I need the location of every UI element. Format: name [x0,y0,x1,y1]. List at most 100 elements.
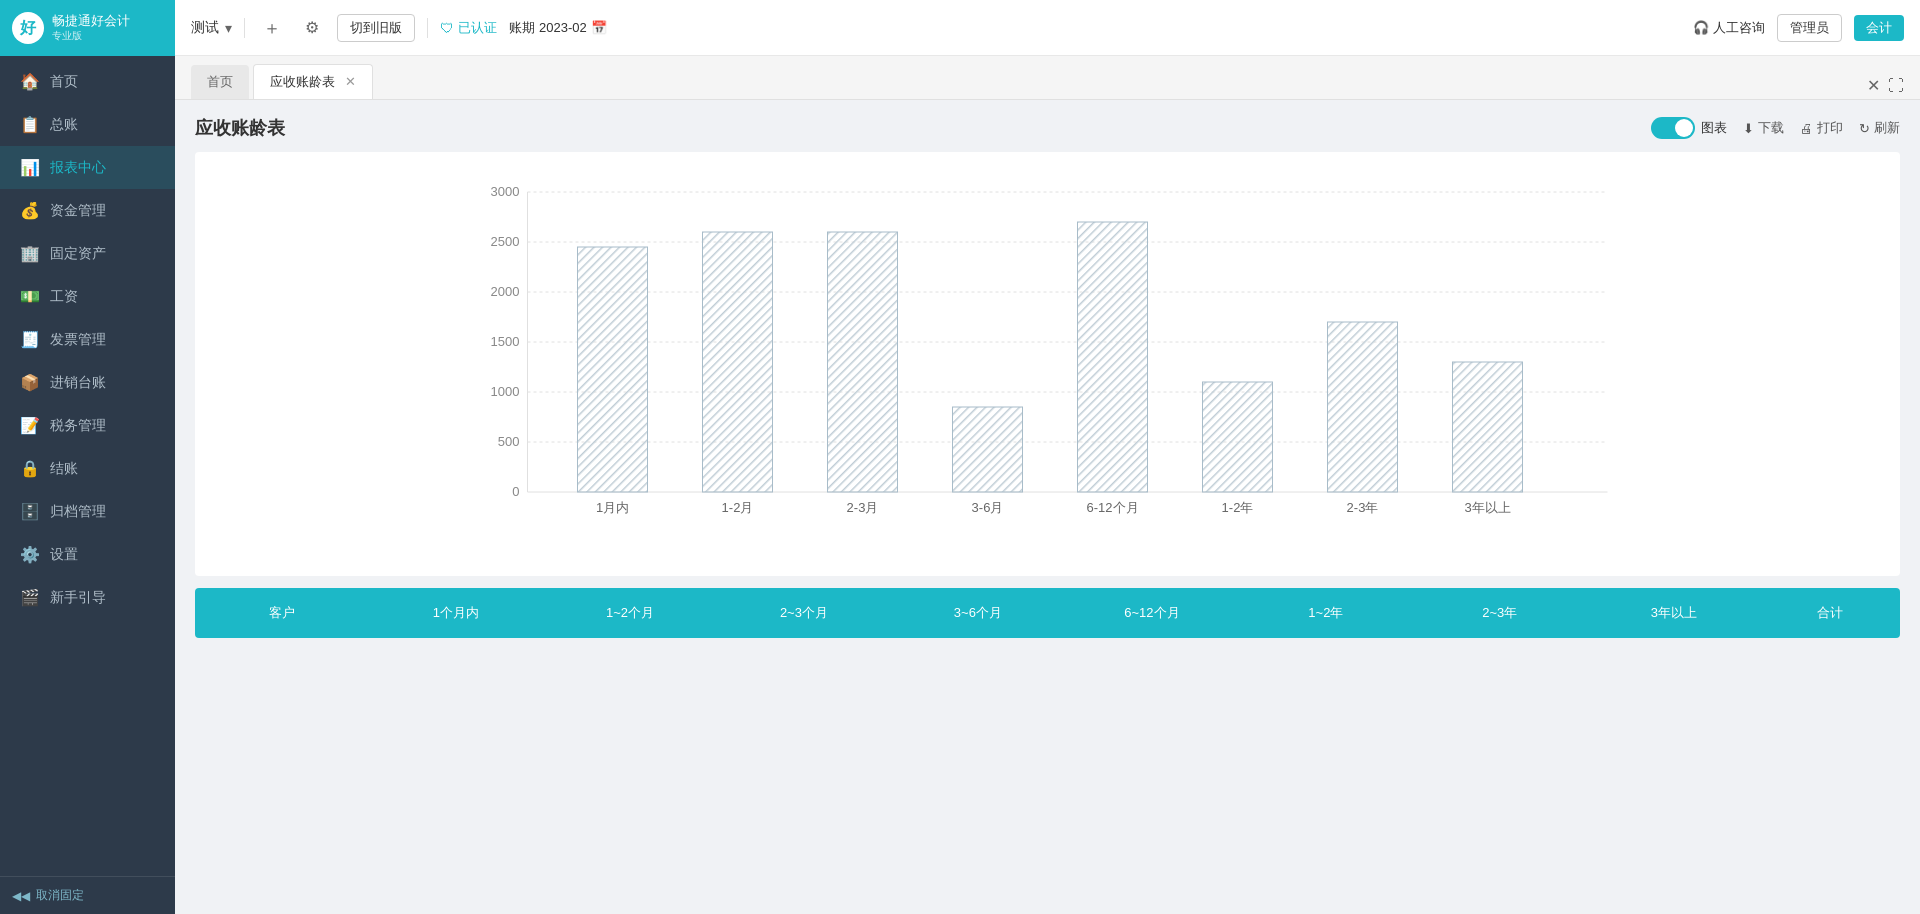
col-2-3y: 2~3年 [1413,588,1587,638]
svg-text:3000: 3000 [491,184,520,199]
sidebar-label-ledger: 总账 [50,116,78,134]
download-button[interactable]: ⬇ 下载 [1743,119,1784,137]
calendar-icon[interactable]: 📅 [591,20,607,35]
project-selector[interactable]: 测试 ▾ [191,19,232,37]
refresh-button[interactable]: ↻ 刷新 [1859,119,1900,137]
svg-text:2-3月: 2-3月 [847,500,879,515]
close-icon: 🔒 [20,459,40,478]
home-icon: 🏠 [20,72,40,91]
svg-text:1月内: 1月内 [596,500,629,515]
period-label: 账期 [509,19,535,37]
tab-actions: ✕ ⛶ [1867,76,1904,99]
sidebar-label-funds: 资金管理 [50,202,106,220]
settings-icon: ⚙️ [20,545,40,564]
svg-text:0: 0 [512,484,519,499]
add-button[interactable]: ＋ [257,12,287,44]
bar-2-3年 [1328,322,1398,492]
content-area: 应收账龄表 图表 ⬇ 下载 🖨 打印 ↻ 刷新 [175,100,1920,914]
svg-text:6-12个月: 6-12个月 [1086,500,1138,515]
download-icon: ⬇ [1743,121,1754,136]
sidebar-label-invoice: 发票管理 [50,331,106,349]
sidebar-item-ledger[interactable]: 📋 总账 [0,103,175,146]
sidebar-item-settings[interactable]: ⚙️ 设置 [0,533,175,576]
chart-toggle-switch[interactable] [1651,117,1695,139]
svg-text:3年以上: 3年以上 [1464,500,1510,515]
tax-icon: 📝 [20,416,40,435]
logo-icon: 好 [12,12,44,44]
page-title: 应收账龄表 [195,116,285,140]
invoice-icon: 🧾 [20,330,40,349]
sidebar-item-archive[interactable]: 🗄️ 归档管理 [0,490,175,533]
sidebar-item-guide[interactable]: 🎬 新手引导 [0,576,175,619]
period-value: 2023-02 [539,20,587,35]
close-window-button[interactable]: ✕ [1867,76,1880,95]
shield-icon: 🛡 [440,20,454,36]
sidebar-item-assets[interactable]: 🏢 固定资产 [0,232,175,275]
sidebar-item-funds[interactable]: 💰 资金管理 [0,189,175,232]
sidebar-item-tax[interactable]: 📝 税务管理 [0,404,175,447]
sidebar-item-invoice[interactable]: 🧾 发票管理 [0,318,175,361]
print-icon: 🖨 [1800,121,1813,136]
bar-3-6月 [953,407,1023,492]
sidebar-label-guide: 新手引导 [50,589,106,607]
col-1-2y: 1~2年 [1239,588,1413,638]
tab-aging[interactable]: 应收账龄表 ✕ [253,64,373,99]
sidebar-label-assets: 固定资产 [50,245,106,263]
tab-aging-label: 应收账龄表 [270,74,335,89]
col-3-6m: 3~6个月 [891,588,1065,638]
unpin-footer[interactable]: ◀◀ 取消固定 [0,876,175,914]
sidebar-label-archive: 归档管理 [50,503,106,521]
refresh-icon: ↻ [1859,121,1870,136]
sidebar-label-salary: 工资 [50,288,78,306]
purchase-icon: 📦 [20,373,40,392]
consult-button[interactable]: 🎧 人工咨询 [1693,19,1765,37]
sidebar-label-tax: 税务管理 [50,417,106,435]
consult-label: 人工咨询 [1713,19,1765,37]
divider-2 [427,18,428,38]
expand-window-button[interactable]: ⛶ [1888,77,1904,95]
sidebar-item-purchase[interactable]: 📦 进销台账 [0,361,175,404]
bar-6-12月 [1078,222,1148,492]
close-tab-icon[interactable]: ✕ [345,74,356,89]
table-section: 客户 1个月内 1~2个月 2~3个月 3~6个月 6~12个月 1~2年 2~… [195,588,1900,638]
bar-3年以上 [1453,362,1523,492]
unpin-label: 取消固定 [36,887,84,904]
svg-text:1-2年: 1-2年 [1222,500,1254,515]
settings-icon[interactable]: ⚙ [299,14,325,41]
sidebar-item-close[interactable]: 🔒 结账 [0,447,175,490]
app-edition: 专业版 [52,29,130,43]
col-3y-plus: 3年以上 [1587,588,1761,638]
sidebar-nav: 🏠 首页 📋 总账 📊 报表中心 💰 资金管理 🏢 固定资产 💵 工资 🧾 发票… [0,56,175,876]
svg-text:2-3年: 2-3年 [1347,500,1379,515]
sidebar-label-close: 结账 [50,460,78,478]
tab-home-label: 首页 [207,74,233,89]
app-logo: 好 畅捷通好会计 专业版 [0,0,175,56]
sidebar-item-salary[interactable]: 💵 工资 [0,275,175,318]
project-name: 测试 [191,19,219,37]
tab-home[interactable]: 首页 [191,65,249,99]
col-2-3m: 2~3个月 [717,588,891,638]
print-button[interactable]: 🖨 打印 [1800,119,1843,137]
page-header: 应收账龄表 图表 ⬇ 下载 🖨 打印 ↻ 刷新 [175,100,1920,152]
user-button[interactable]: 管理员 [1777,14,1842,42]
bar-1-2年 [1203,382,1273,492]
unpin-icon: ◀◀ [12,889,30,903]
page-actions: 图表 ⬇ 下载 🖨 打印 ↻ 刷新 [1651,117,1900,139]
svg-text:2000: 2000 [491,284,520,299]
sidebar-label-home: 首页 [50,73,78,91]
sidebar-item-reports[interactable]: 📊 报表中心 [0,146,175,189]
download-label: 下载 [1758,119,1784,137]
chart-container: 0 500 1000 1500 2000 2500 3000 1月内 [195,152,1900,576]
bar-2-3月 [828,232,898,492]
role-button[interactable]: 会计 [1854,15,1904,41]
app-name: 畅捷通好会计 [52,13,130,30]
ledger-icon: 📋 [20,115,40,134]
svg-text:1-2月: 1-2月 [722,500,754,515]
certified-label: 已认证 [458,19,497,37]
svg-text:3-6月: 3-6月 [972,500,1004,515]
sidebar-item-home[interactable]: 🏠 首页 [0,60,175,103]
certified-badge: 🛡 已认证 [440,19,497,37]
table-header: 客户 1个月内 1~2个月 2~3个月 3~6个月 6~12个月 1~2年 2~… [195,588,1900,638]
bar-chart: 0 500 1000 1500 2000 2500 3000 1月内 [215,172,1880,552]
switch-version-button[interactable]: 切到旧版 [337,14,415,42]
